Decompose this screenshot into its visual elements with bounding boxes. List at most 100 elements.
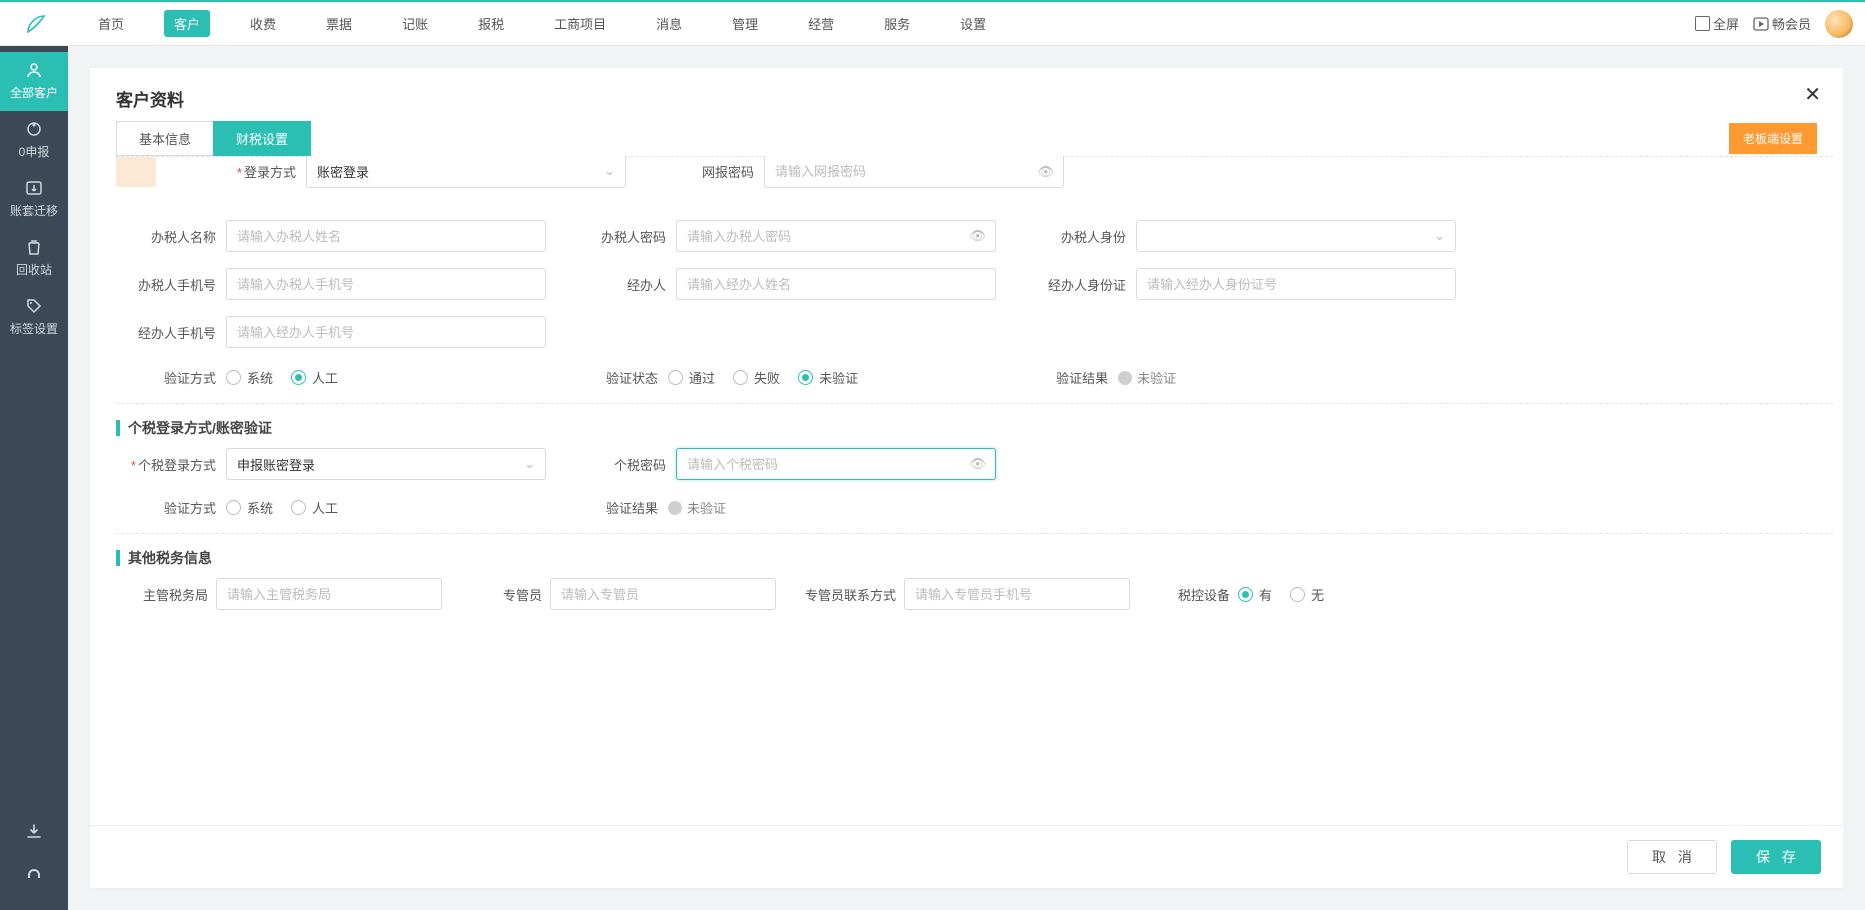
close-button[interactable]: ✕ xyxy=(1804,82,1821,107)
net-pwd-label: 网报密码 xyxy=(674,162,764,181)
play-icon xyxy=(1753,16,1769,32)
bureau-label: 主管税务局 xyxy=(116,585,216,604)
radio-icon xyxy=(668,370,683,385)
verify-status-label: 验证状态 xyxy=(568,368,668,387)
tax-pwd-input[interactable] xyxy=(676,220,996,252)
sidebar-item-4[interactable]: 标签设置 xyxy=(0,288,68,347)
panel-title: 客户资料 xyxy=(116,86,1817,111)
topnav-item-10[interactable]: 服务 xyxy=(874,10,920,37)
topnav-item-3[interactable]: 票据 xyxy=(316,10,362,37)
chevron-down-icon: ⌄ xyxy=(604,163,615,179)
personal-pwd-label: 个税密码 xyxy=(576,455,676,474)
panel-footer: 取 消 保 存 xyxy=(90,825,1843,888)
member-button[interactable]: 畅会员 xyxy=(1753,14,1811,33)
tab-0[interactable]: 基本信息 xyxy=(116,121,214,156)
support-button[interactable] xyxy=(0,856,68,898)
tax-phone-label: 办税人手机号 xyxy=(116,275,226,294)
cancel-button[interactable]: 取 消 xyxy=(1627,840,1717,874)
eye-off-icon[interactable]: 👁 xyxy=(969,456,986,472)
personal-login-value: 申报账密登录 xyxy=(237,455,315,474)
chevron-down-icon: ⌄ xyxy=(524,456,535,472)
vm1-opt-0[interactable]: 系统 xyxy=(226,368,273,387)
sidebar-item-0[interactable]: 全部客户 xyxy=(0,52,68,111)
topnav-item-8[interactable]: 管理 xyxy=(722,10,768,37)
users-icon xyxy=(24,60,44,80)
handler-input[interactable] xyxy=(676,268,996,300)
topnav-item-11[interactable]: 设置 xyxy=(950,10,996,37)
login-method-select[interactable]: 账密登录 ⌄ xyxy=(306,156,626,188)
dot-icon xyxy=(668,501,682,515)
headset-icon xyxy=(24,864,44,884)
personal-login-select[interactable]: 申报账密登录 ⌄ xyxy=(226,448,546,480)
vm2-opt-1[interactable]: 人工 xyxy=(291,498,338,517)
personal-pwd-input[interactable] xyxy=(676,448,996,480)
topnav-item-6[interactable]: 工商项目 xyxy=(544,10,616,37)
fullscreen-label: 全屏 xyxy=(1713,14,1739,33)
login-method-label: *登录方式 xyxy=(196,162,306,181)
admin-contact-input[interactable] xyxy=(904,578,1130,610)
download-button[interactable] xyxy=(0,814,68,856)
tag-icon xyxy=(24,296,44,316)
handler-phone-input[interactable] xyxy=(226,316,546,348)
fullscreen-button[interactable]: 全屏 xyxy=(1695,14,1739,33)
verify-result2-value: 未验证 xyxy=(668,498,726,517)
radio-icon xyxy=(226,370,241,385)
vm2-opt-0[interactable]: 系统 xyxy=(226,498,273,517)
verify-status-radios: 通过失败未验证 xyxy=(668,368,858,387)
avatar[interactable] xyxy=(1825,10,1853,38)
admin-input[interactable] xyxy=(550,578,776,610)
sidebar-item-2[interactable]: 账套迁移 xyxy=(0,170,68,229)
topnav-item-7[interactable]: 消息 xyxy=(646,10,692,37)
admin-contact-label: 专管员联系方式 xyxy=(804,585,904,604)
save-button[interactable]: 保 存 xyxy=(1731,840,1821,874)
boss-settings-button[interactable]: 老板端设置 xyxy=(1729,123,1817,154)
topnav-item-9[interactable]: 经营 xyxy=(798,10,844,37)
vm1-opt-1[interactable]: 人工 xyxy=(291,368,338,387)
sidebar-item-1[interactable]: 0申报 xyxy=(0,111,68,170)
dev1-opt-1[interactable]: 无 xyxy=(1290,585,1324,604)
topnav-item-2[interactable]: 收费 xyxy=(240,10,286,37)
vs1-opt-2[interactable]: 未验证 xyxy=(798,368,858,387)
download-icon xyxy=(24,822,44,842)
radio-icon xyxy=(226,500,241,515)
brand-logo xyxy=(12,12,60,36)
tab-1[interactable]: 财税设置 xyxy=(213,121,311,156)
topnav-item-4[interactable]: 记账 xyxy=(392,10,438,37)
device-label: 税控设备 xyxy=(1158,585,1238,604)
verify-method2-label: 验证方式 xyxy=(116,498,226,517)
tax-name-label: 办税人名称 xyxy=(116,227,226,246)
panel-body[interactable]: *登录方式 账密登录 ⌄ 网报密码 👁 xyxy=(90,156,1843,825)
member-label: 畅会员 xyxy=(1772,14,1811,33)
topnav-item-0[interactable]: 首页 xyxy=(88,10,134,37)
admin-label: 专管员 xyxy=(470,585,550,604)
verify-result-value: 未验证 xyxy=(1118,368,1176,387)
handler-id-label: 经办人身份证 xyxy=(1026,275,1136,294)
topnav-item-1[interactable]: 客户 xyxy=(164,10,210,37)
eye-off-icon[interactable]: 👁 xyxy=(969,228,986,244)
radio-icon xyxy=(291,370,306,385)
fullscreen-icon xyxy=(1695,16,1710,31)
panel-tabs: 基本信息财税设置 xyxy=(116,121,311,156)
radio-icon xyxy=(733,370,748,385)
handler-label: 经办人 xyxy=(576,275,676,294)
personal-login-label: *个税登录方式 xyxy=(116,455,226,474)
dev1-opt-0[interactable]: 有 xyxy=(1238,585,1272,604)
device-radios: 有无 xyxy=(1238,585,1324,604)
eye-off-icon[interactable]: 👁 xyxy=(1037,164,1054,180)
bureau-input[interactable] xyxy=(216,578,442,610)
verify-method-radios: 系统人工 xyxy=(226,368,338,387)
radio-icon xyxy=(291,500,306,515)
feather-icon xyxy=(24,12,48,36)
left-sidebar: 全部客户0申报账套迁移回收站标签设置 xyxy=(0,46,68,910)
net-pwd-input[interactable] xyxy=(764,156,1064,188)
vs1-opt-1[interactable]: 失败 xyxy=(733,368,780,387)
topnav-item-5[interactable]: 报税 xyxy=(468,10,514,37)
main-area: 客户资料 ✕ 基本信息财税设置 老板端设置 *登录方式 账密登录 ⌄ xyxy=(68,46,1865,910)
tax-identity-select[interactable]: ⌄ xyxy=(1136,220,1456,252)
sidebar-bottom xyxy=(0,814,68,910)
vs1-opt-0[interactable]: 通过 xyxy=(668,368,715,387)
tax-name-input[interactable] xyxy=(226,220,546,252)
sidebar-item-3[interactable]: 回收站 xyxy=(0,229,68,288)
handler-id-input[interactable] xyxy=(1136,268,1456,300)
tax-phone-input[interactable] xyxy=(226,268,546,300)
